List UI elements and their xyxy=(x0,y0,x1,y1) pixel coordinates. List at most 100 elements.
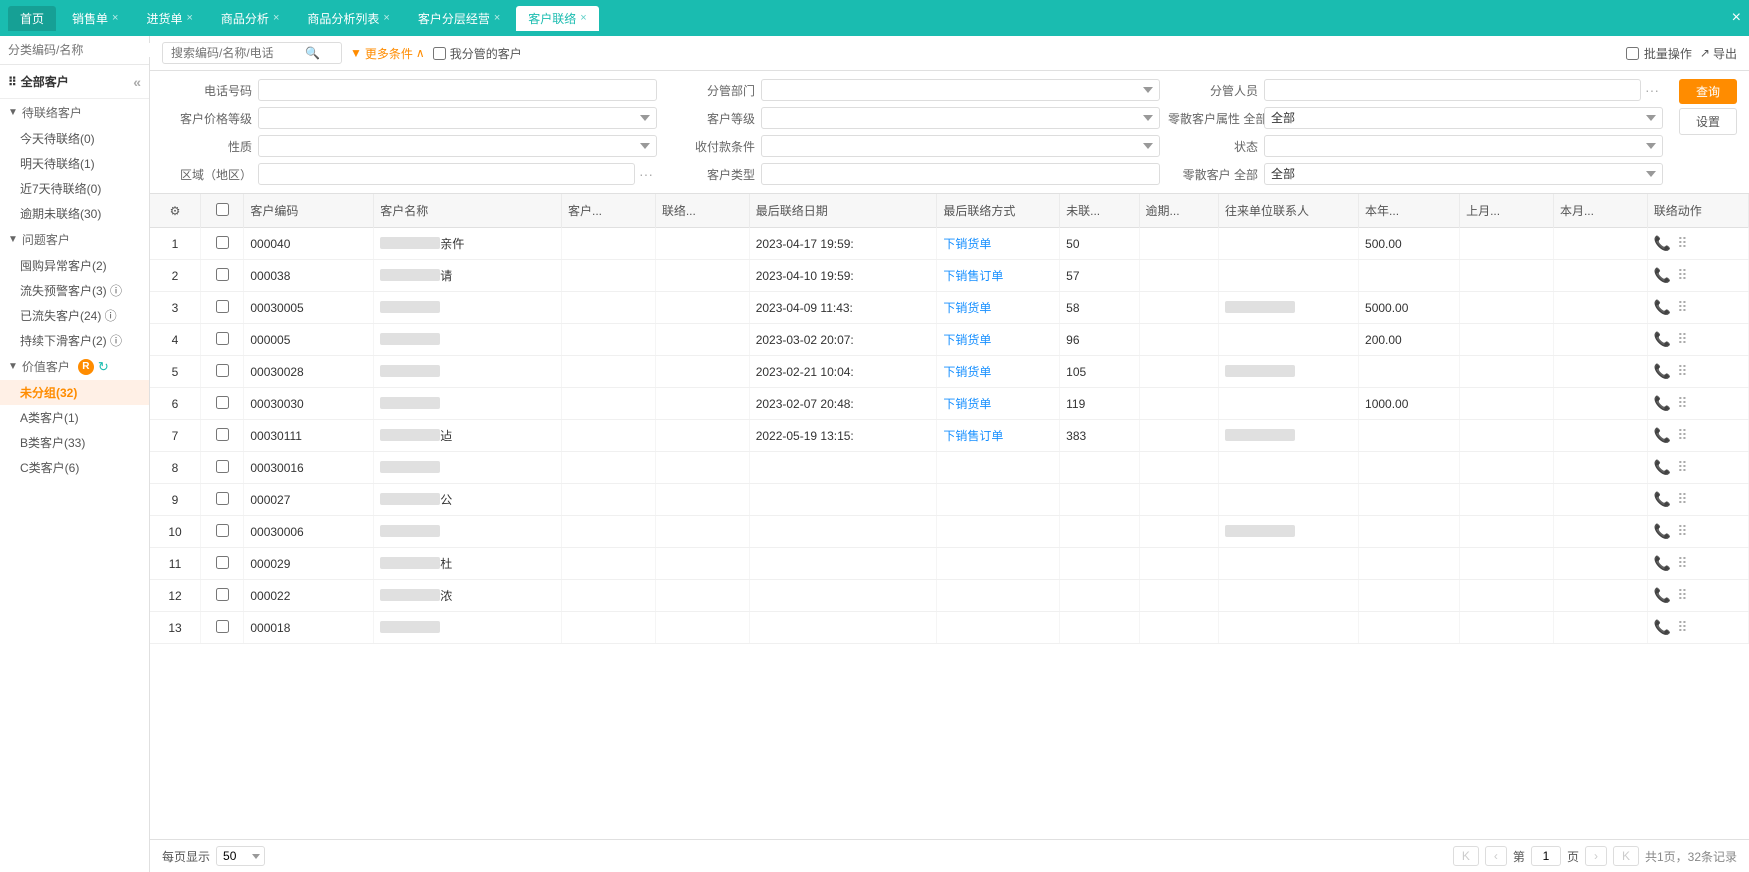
nav-customer-tier[interactable]: 客户分层经营 × xyxy=(406,6,512,31)
dept-select[interactable] xyxy=(761,79,1160,101)
select-all-checkbox[interactable] xyxy=(216,203,229,216)
phone-action-icon[interactable]: 📞 xyxy=(1654,459,1671,476)
more-action-icon[interactable]: ⠿ xyxy=(1677,331,1687,348)
query-button[interactable]: 查询 xyxy=(1679,79,1737,104)
batch-operation-btn[interactable]: 批量操作 xyxy=(1626,45,1692,62)
nav-purchase-close[interactable]: × xyxy=(186,12,192,24)
sidebar-item-churned[interactable]: 已流失客户(24) ⓘ xyxy=(0,303,149,328)
col-last-contact-way[interactable]: 最后联络方式 xyxy=(937,194,1060,228)
last-way-link[interactable]: 下销货单 xyxy=(943,333,991,347)
last-way-link[interactable]: 下销售订单 xyxy=(943,429,1003,443)
my-customers-checkbox[interactable] xyxy=(433,47,446,60)
region-input[interactable] xyxy=(258,163,635,185)
sidebar-group-pending[interactable]: ▼ 待联络客户 xyxy=(0,99,149,126)
close-all-tabs[interactable]: × xyxy=(1732,9,1741,27)
sidebar-item-tomorrow-pending[interactable]: 明天待联络(1) xyxy=(0,151,149,176)
row-checkbox[interactable] xyxy=(216,364,229,377)
last-way-link[interactable]: 下销售订单 xyxy=(943,269,1003,283)
col-customer-type[interactable]: 客户... xyxy=(562,194,656,228)
col-settings[interactable]: ⚙ xyxy=(150,194,201,228)
col-this-month[interactable]: 本月... xyxy=(1553,194,1647,228)
nav-customer-contact[interactable]: 客户联络 × xyxy=(516,6,598,31)
sidebar-group-value[interactable]: ▼ 价值客户 R ↻ xyxy=(0,353,149,380)
col-no-contact-days[interactable]: 未联... xyxy=(1060,194,1139,228)
phone-action-icon[interactable]: 📞 xyxy=(1654,491,1671,508)
more-action-icon[interactable]: ⠿ xyxy=(1677,299,1687,316)
nav-sales-close[interactable]: × xyxy=(112,12,118,24)
export-btn[interactable]: ↗ 导出 xyxy=(1700,45,1737,62)
phone-action-icon[interactable]: 📞 xyxy=(1654,299,1671,316)
row-checkbox[interactable] xyxy=(216,396,229,409)
page-first-btn[interactable]: K xyxy=(1453,846,1479,866)
sidebar-item-overdue-contact[interactable]: 逾期未联络(30) xyxy=(0,201,149,226)
nav-home[interactable]: 首页 xyxy=(8,6,56,31)
nav-product-analysis[interactable]: 商品分析 × xyxy=(209,6,291,31)
col-last-month[interactable]: 上月... xyxy=(1460,194,1554,228)
more-action-icon[interactable]: ⠿ xyxy=(1677,363,1687,380)
sidebar-item-7days-pending[interactable]: 近7天待联络(0) xyxy=(0,176,149,201)
more-action-icon[interactable]: ⠿ xyxy=(1677,587,1687,604)
last-way-link[interactable]: 下销货单 xyxy=(943,301,991,315)
per-page-select[interactable]: 50 100 200 xyxy=(216,846,265,866)
col-contact[interactable]: 联络... xyxy=(655,194,749,228)
page-last-btn[interactable]: K xyxy=(1613,846,1639,866)
row-checkbox[interactable] xyxy=(216,332,229,345)
row-checkbox[interactable] xyxy=(216,524,229,537)
sidebar-item-unclassified[interactable]: 未分组(32) xyxy=(0,380,149,405)
more-action-icon[interactable]: ⠿ xyxy=(1677,459,1687,476)
manager-dots[interactable]: ··· xyxy=(1641,82,1663,98)
col-unit-contact[interactable]: 往来单位联系人 xyxy=(1218,194,1358,228)
filter-my-customers[interactable]: 我分管的客户 xyxy=(433,45,522,62)
nav-sales-order[interactable]: 销售单 × xyxy=(60,6,130,31)
page-input[interactable] xyxy=(1531,846,1561,866)
phone-action-icon[interactable]: 📞 xyxy=(1654,523,1671,540)
more-action-icon[interactable]: ⠿ xyxy=(1677,427,1687,444)
sidebar-collapse-btn[interactable]: « xyxy=(133,74,141,90)
last-way-link[interactable]: 下销货单 xyxy=(943,397,991,411)
row-checkbox[interactable] xyxy=(216,236,229,249)
row-checkbox[interactable] xyxy=(216,428,229,441)
sidebar-all-customers[interactable]: ⠿ 全部客户 « xyxy=(0,65,149,99)
more-action-icon[interactable]: ⠿ xyxy=(1677,555,1687,572)
last-way-link[interactable]: 下销货单 xyxy=(943,237,991,251)
page-prev-btn[interactable]: ‹ xyxy=(1485,846,1507,866)
price-tier-select[interactable] xyxy=(258,107,657,129)
col-last-contact-date[interactable]: 最后联络日期 xyxy=(749,194,937,228)
phone-input[interactable] xyxy=(258,79,657,101)
region-dots[interactable]: ··· xyxy=(635,166,657,182)
more-action-icon[interactable]: ⠿ xyxy=(1677,235,1687,252)
sidebar-search-input[interactable] xyxy=(8,43,163,57)
nav-product-analysis-close[interactable]: × xyxy=(273,12,279,24)
row-checkbox[interactable] xyxy=(216,588,229,601)
phone-action-icon[interactable]: 📞 xyxy=(1654,395,1671,412)
status-select[interactable] xyxy=(1264,135,1663,157)
nature-select[interactable] xyxy=(258,135,657,157)
nav-purchase-order[interactable]: 进货单 × xyxy=(134,6,204,31)
sidebar-item-today-pending[interactable]: 今天待联络(0) xyxy=(0,126,149,151)
batch-op-checkbox[interactable] xyxy=(1626,47,1639,60)
sidebar-item-class-a[interactable]: A类客户(1) xyxy=(0,405,149,430)
refresh-icon[interactable]: ↻ xyxy=(98,359,109,375)
row-checkbox[interactable] xyxy=(216,268,229,281)
phone-action-icon[interactable]: 📞 xyxy=(1654,235,1671,252)
row-checkbox[interactable] xyxy=(216,460,229,473)
row-checkbox[interactable] xyxy=(216,556,229,569)
sidebar-item-class-b[interactable]: B类客户(33) xyxy=(0,430,149,455)
phone-action-icon[interactable]: 📞 xyxy=(1654,363,1671,380)
row-checkbox[interactable] xyxy=(216,300,229,313)
row-checkbox[interactable] xyxy=(216,620,229,633)
col-customer-code[interactable]: 客户编码 xyxy=(244,194,374,228)
filter-search-icon[interactable]: 🔍 xyxy=(305,46,320,60)
col-customer-name[interactable]: 客户名称 xyxy=(374,194,562,228)
nav-customer-contact-close[interactable]: × xyxy=(580,12,586,24)
col-overdue[interactable]: 逾期... xyxy=(1139,194,1218,228)
nav-product-list-close[interactable]: × xyxy=(383,12,389,24)
more-action-icon[interactable]: ⠿ xyxy=(1677,395,1687,412)
col-this-year[interactable]: 本年... xyxy=(1359,194,1460,228)
nav-customer-tier-close[interactable]: × xyxy=(494,12,500,24)
page-next-btn[interactable]: › xyxy=(1585,846,1607,866)
phone-action-icon[interactable]: 📞 xyxy=(1654,587,1671,604)
last-way-link[interactable]: 下销货单 xyxy=(943,365,991,379)
row-checkbox[interactable] xyxy=(216,492,229,505)
sidebar-item-class-c[interactable]: C类客户(6) xyxy=(0,455,149,480)
